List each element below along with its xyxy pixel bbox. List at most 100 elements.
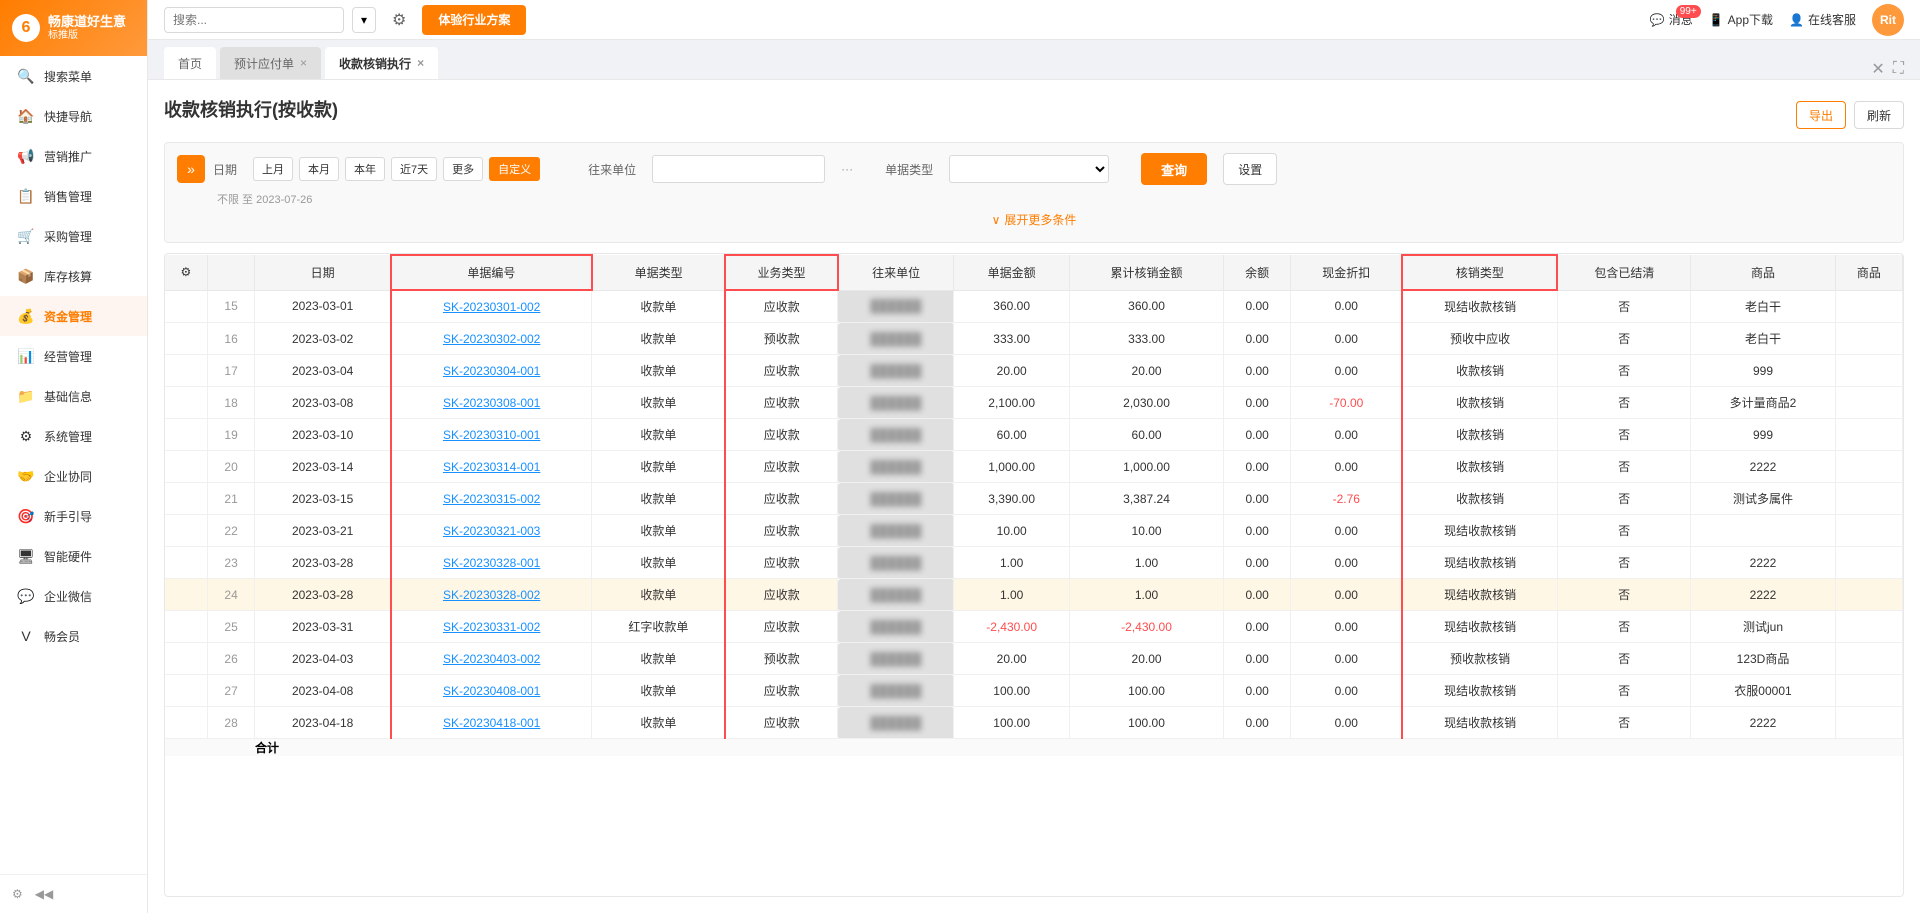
cell-discount: 0.00 [1291, 323, 1403, 355]
tab-receipt-close[interactable]: × [417, 56, 424, 70]
date-7days-btn[interactable]: 近7天 [391, 157, 437, 181]
cell-docno[interactable]: SK-20230328-001 [391, 547, 592, 579]
cell-docno[interactable]: SK-20230408-001 [391, 675, 592, 707]
cell-docno[interactable]: SK-20230315-002 [391, 483, 592, 515]
logo-icon: 6 [12, 14, 40, 42]
query-btn[interactable]: 查询 [1141, 153, 1207, 185]
sidebar-item-hardware[interactable]: 🖥智能硬件 [0, 536, 147, 576]
tab-close-icon[interactable]: ✕ [1871, 59, 1884, 79]
sidebar-item-system[interactable]: ⚙系统管理 [0, 416, 147, 456]
solution-btn[interactable]: 体验行业方案 [422, 5, 526, 35]
cell-doctype: 收款单 [592, 290, 725, 323]
sidebar-item-guide[interactable]: 🎯新手引导 [0, 496, 147, 536]
cell-checkbox [165, 387, 207, 419]
filter-toggle-btn[interactable]: » [177, 155, 205, 183]
table-header-row: ⚙ 日期 单据编号 单据类型 业务类型 往来单位 单据金额 累计核销金额 余额 … [165, 255, 1903, 290]
sidebar-item-member[interactable]: V畅会员 [0, 616, 147, 656]
sidebar-item-enterprise[interactable]: 🤝企业协同 [0, 456, 147, 496]
tab-receipt[interactable]: 收款核销执行 × [325, 47, 438, 79]
search-input[interactable] [164, 7, 344, 33]
tab-prepay[interactable]: 预计应付单 × [220, 47, 321, 79]
refresh-btn[interactable]: 刷新 [1854, 101, 1904, 129]
sidebar-item-wechat[interactable]: 💬企业微信 [0, 576, 147, 616]
date-more-btn[interactable]: 更多 [443, 157, 483, 181]
cell-docno[interactable]: SK-20230331-002 [391, 611, 592, 643]
cell-settled: 否 [1557, 707, 1690, 739]
sidebar-label-operation: 经营管理 [44, 348, 92, 365]
cell-doctype: 收款单 [592, 547, 725, 579]
cell-settled: 否 [1557, 387, 1690, 419]
cell-docno[interactable]: SK-20230418-001 [391, 707, 592, 739]
cell-docno[interactable]: SK-20230403-002 [391, 643, 592, 675]
type-filter-select[interactable] [949, 155, 1109, 183]
cell-docno[interactable]: SK-20230314-001 [391, 451, 592, 483]
tab-prepay-close[interactable]: × [300, 56, 307, 70]
cell-balance: 0.00 [1224, 707, 1291, 739]
date-this-month-btn[interactable]: 本月 [299, 157, 339, 181]
cell-amount: 20.00 [954, 355, 1070, 387]
filter-settings-btn[interactable]: 设置 [1223, 153, 1277, 185]
cell-unit: ██████ [838, 579, 954, 611]
col-settled: 包含已结清 [1557, 255, 1690, 290]
cell-balance: 0.00 [1224, 579, 1291, 611]
cell-biztype: 应收款 [725, 579, 837, 611]
sidebar-item-quicknav[interactable]: 🏠快捷导航 [0, 96, 147, 136]
sidebar-item-operation[interactable]: 📊经营管理 [0, 336, 147, 376]
topbar-gear-icon[interactable]: ⚙ [392, 10, 406, 30]
cell-rownum: 26 [207, 643, 255, 675]
tab-expand-icon[interactable]: ⛶ [1893, 60, 1904, 78]
cell-rownum: 28 [207, 707, 255, 739]
cell-amount: 1.00 [954, 579, 1070, 611]
app-download-btn[interactable]: 📱 App下载 [1709, 11, 1773, 28]
cell-docno[interactable]: SK-20230304-001 [391, 355, 592, 387]
cell-checkbox [165, 323, 207, 355]
sidebar-item-marketing[interactable]: 📢营销推广 [0, 136, 147, 176]
settings-icon[interactable]: ⚙ [12, 887, 23, 901]
cell-verifytype: 收款核销 [1402, 483, 1557, 515]
cell-goods2 [1835, 483, 1902, 515]
cell-doctype: 收款单 [592, 451, 725, 483]
service-btn[interactable]: 👤 在线客服 [1789, 11, 1856, 28]
sidebar-item-basic[interactable]: 📁基础信息 [0, 376, 147, 416]
cell-docno[interactable]: SK-20230310-001 [391, 419, 592, 451]
col-goods2: 商品 [1835, 255, 1902, 290]
cell-verified: 3,387.24 [1069, 483, 1223, 515]
cell-verifytype: 现结收款核销 [1402, 675, 1557, 707]
cell-balance: 0.00 [1224, 643, 1291, 675]
tab-receipt-label: 收款核销执行 [339, 55, 411, 72]
cell-docno[interactable]: SK-20230328-002 [391, 579, 592, 611]
cell-checkbox [165, 643, 207, 675]
sidebar-item-finance[interactable]: 💰资金管理 [0, 296, 147, 336]
dropdown-btn[interactable]: ▾ [352, 7, 376, 33]
sidebar-item-search[interactable]: 🔍搜索菜单 [0, 56, 147, 96]
tab-home[interactable]: 首页 [164, 47, 216, 79]
message-btn[interactable]: 💬 消息 99+ [1650, 11, 1693, 28]
cell-goods2 [1835, 611, 1902, 643]
cell-biztype: 应收款 [725, 483, 837, 515]
table-row: 222023-03-21SK-20230321-003收款单应收款██████1… [165, 515, 1903, 547]
sidebar-label-guide: 新手引导 [44, 508, 92, 525]
message-icon: 💬 [1650, 13, 1665, 27]
sidebar-label-inventory: 库存核算 [44, 268, 92, 285]
cell-docno[interactable]: SK-20230321-003 [391, 515, 592, 547]
cell-docno[interactable]: SK-20230308-001 [391, 387, 592, 419]
user-avatar[interactable]: Rit [1872, 4, 1904, 36]
cell-unit: ██████ [838, 451, 954, 483]
sidebar-item-sales[interactable]: 📋销售管理 [0, 176, 147, 216]
expand-conditions-btn[interactable]: ∨ 展开更多条件 [177, 207, 1891, 232]
export-btn[interactable]: 导出 [1796, 101, 1846, 129]
unit-filter-input[interactable] [652, 155, 825, 183]
collapse-icon[interactable]: ◀◀ [35, 887, 53, 901]
cell-amount: 1,000.00 [954, 451, 1070, 483]
sidebar-item-inventory[interactable]: 📦库存核算 [0, 256, 147, 296]
cell-docno[interactable]: SK-20230302-002 [391, 323, 592, 355]
cell-doctype: 收款单 [592, 323, 725, 355]
sidebar-item-purchase[interactable]: 🛒采购管理 [0, 216, 147, 256]
date-this-year-btn[interactable]: 本年 [345, 157, 385, 181]
cell-settled: 否 [1557, 323, 1690, 355]
date-custom-btn[interactable]: 自定义 [489, 157, 540, 181]
date-prev-month-btn[interactable]: 上月 [253, 157, 293, 181]
col-settings[interactable]: ⚙ [165, 255, 207, 290]
table-row: 262023-04-03SK-20230403-002收款单预收款██████2… [165, 643, 1903, 675]
cell-docno[interactable]: SK-20230301-002 [391, 290, 592, 323]
